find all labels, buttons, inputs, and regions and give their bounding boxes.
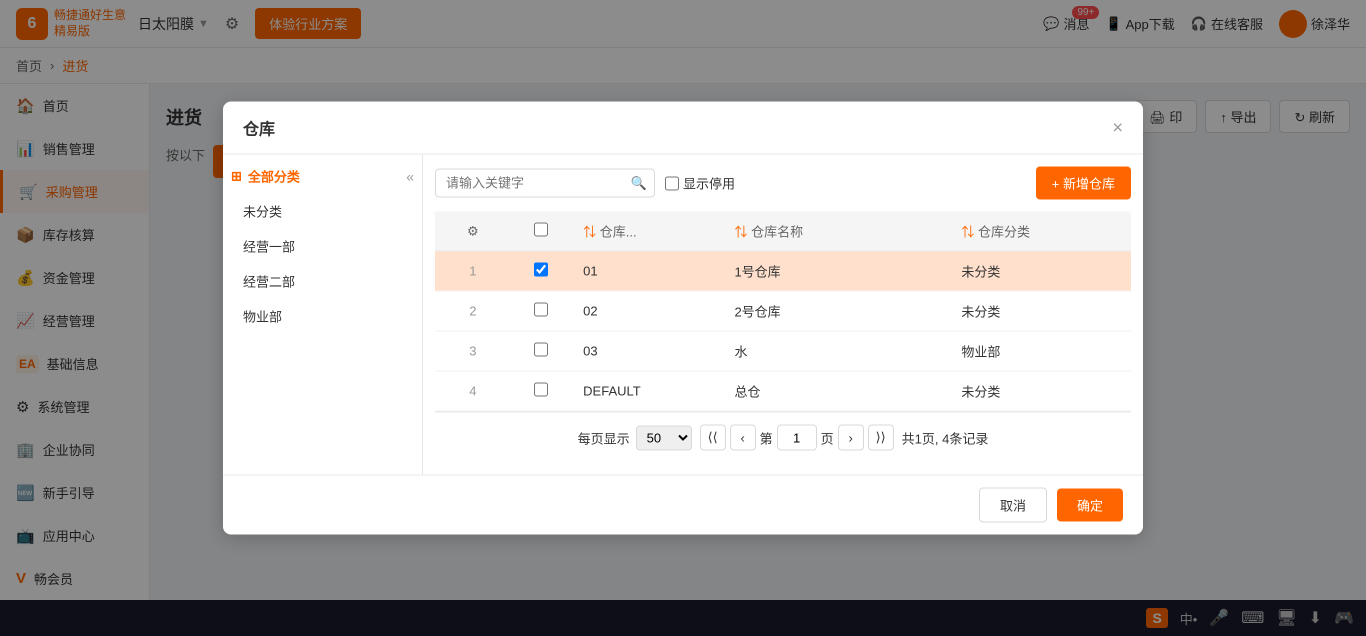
select-all-checkbox[interactable] — [534, 223, 548, 237]
show-disabled-checkbox[interactable] — [665, 176, 679, 190]
tree-header: ⊞ 全部分类 « — [231, 167, 414, 186]
show-disabled-toggle[interactable]: 显示停用 — [665, 174, 735, 193]
th-category[interactable]: ⇅ 仓库分类 — [949, 212, 1131, 252]
page-number-input[interactable] — [777, 425, 817, 451]
row-checkbox[interactable] — [534, 343, 548, 357]
last-page-button[interactable]: ⟩⟩ — [868, 425, 894, 451]
row-checkbox-cell — [511, 251, 572, 291]
table-row[interactable]: 2 02 2号仓库 未分类 — [435, 291, 1131, 331]
th-name[interactable]: ⇅ 仓库名称 — [722, 212, 949, 252]
sort-icon-cat: ⇅ — [961, 225, 974, 240]
row-checkbox-cell — [511, 291, 572, 331]
row-index: 2 — [435, 291, 511, 331]
first-page-button[interactable]: ⟨⟨ — [700, 425, 726, 451]
row-checkbox[interactable] — [534, 263, 548, 277]
row-code: 01 — [571, 251, 722, 291]
search-icon[interactable]: 🔍 — [631, 175, 647, 191]
row-category: 物业部 — [949, 331, 1131, 371]
prev-page-button[interactable]: ‹ — [730, 425, 756, 451]
search-input-wrap: 🔍 — [435, 169, 655, 198]
th-code[interactable]: ⇅ 仓库... — [571, 212, 722, 252]
th-checkbox — [511, 212, 572, 252]
tree-item-dept2[interactable]: 经营二部 — [231, 264, 414, 299]
tree-collapse-button[interactable]: « — [406, 168, 414, 184]
data-table: ⚙ ⇅ 仓库... ⇅ 仓库名称 — [435, 212, 1131, 412]
row-category: 未分类 — [949, 251, 1131, 291]
row-index: 1 — [435, 251, 511, 291]
tree-item-dept1[interactable]: 经营一部 — [231, 229, 414, 264]
row-checkbox-cell — [511, 331, 572, 371]
modal-title: 仓库 — [243, 116, 275, 140]
row-index: 3 — [435, 331, 511, 371]
page-navigation: ⟨⟨ ‹ 第 页 › ⟩⟩ — [700, 425, 894, 451]
row-category: 未分类 — [949, 291, 1131, 331]
row-code: 02 — [571, 291, 722, 331]
settings-icon[interactable]: ⚙ — [467, 223, 479, 238]
table-row[interactable]: 1 01 1号仓库 未分类 — [435, 251, 1131, 291]
row-index: 4 — [435, 371, 511, 411]
table-header-row: ⚙ ⇅ 仓库... ⇅ 仓库名称 — [435, 212, 1131, 252]
search-input[interactable] — [435, 169, 655, 198]
pagination: 每页显示 20 50 100 ⟨⟨ ‹ 第 页 › ⟩⟩ 共1页, 4条 — [435, 412, 1131, 463]
modal-close-button[interactable]: × — [1112, 117, 1123, 138]
row-code: 03 — [571, 331, 722, 371]
modal-body: ⊞ 全部分类 « 未分类 经营一部 经营二部 物业部 🔍 显示停用 — [223, 155, 1143, 475]
row-checkbox-cell — [511, 371, 572, 411]
add-warehouse-button[interactable]: + 新增仓库 — [1036, 167, 1131, 200]
tree-all-categories[interactable]: ⊞ 全部分类 — [231, 167, 300, 186]
next-page-button[interactable]: › — [838, 425, 864, 451]
modal-header: 仓库 × — [223, 102, 1143, 155]
tree-item-unclassified[interactable]: 未分类 — [231, 194, 414, 229]
sort-icon-name: ⇅ — [734, 225, 747, 240]
th-settings[interactable]: ⚙ — [435, 212, 511, 252]
row-checkbox[interactable] — [534, 383, 548, 397]
row-code: DEFAULT — [571, 371, 722, 411]
row-name: 1号仓库 — [722, 251, 949, 291]
row-name: 总仓 — [722, 371, 949, 411]
cancel-button[interactable]: 取消 — [979, 488, 1047, 523]
total-records: 共1页, 4条记录 — [902, 428, 989, 447]
row-name: 水 — [722, 331, 949, 371]
row-category: 未分类 — [949, 371, 1131, 411]
per-page-select[interactable]: 20 50 100 — [636, 425, 692, 450]
table-body: 1 01 1号仓库 未分类 2 02 2号仓库 未分类 3 03 水 物业部 4… — [435, 251, 1131, 411]
category-tree: ⊞ 全部分类 « 未分类 经营一部 经营二部 物业部 — [223, 155, 423, 475]
table-area: 🔍 显示停用 + 新增仓库 ⚙ — [423, 155, 1143, 475]
tree-item-property[interactable]: 物业部 — [231, 299, 414, 334]
confirm-button[interactable]: 确定 — [1057, 489, 1123, 522]
search-bar: 🔍 显示停用 + 新增仓库 — [435, 167, 1131, 200]
grid-icon: ⊞ — [231, 168, 242, 184]
warehouse-modal: 仓库 × ⊞ 全部分类 « 未分类 经营一部 经营二部 物业部 🔍 — [223, 102, 1143, 535]
modal-footer: 取消 确定 — [223, 475, 1143, 535]
per-page-selector: 每页显示 20 50 100 — [578, 425, 692, 450]
sort-icon: ⇅ — [583, 225, 596, 240]
warehouse-table: ⚙ ⇅ 仓库... ⇅ 仓库名称 — [435, 212, 1131, 412]
table-row[interactable]: 4 DEFAULT 总仓 未分类 — [435, 371, 1131, 411]
row-checkbox[interactable] — [534, 303, 548, 317]
table-row[interactable]: 3 03 水 物业部 — [435, 331, 1131, 371]
row-name: 2号仓库 — [722, 291, 949, 331]
